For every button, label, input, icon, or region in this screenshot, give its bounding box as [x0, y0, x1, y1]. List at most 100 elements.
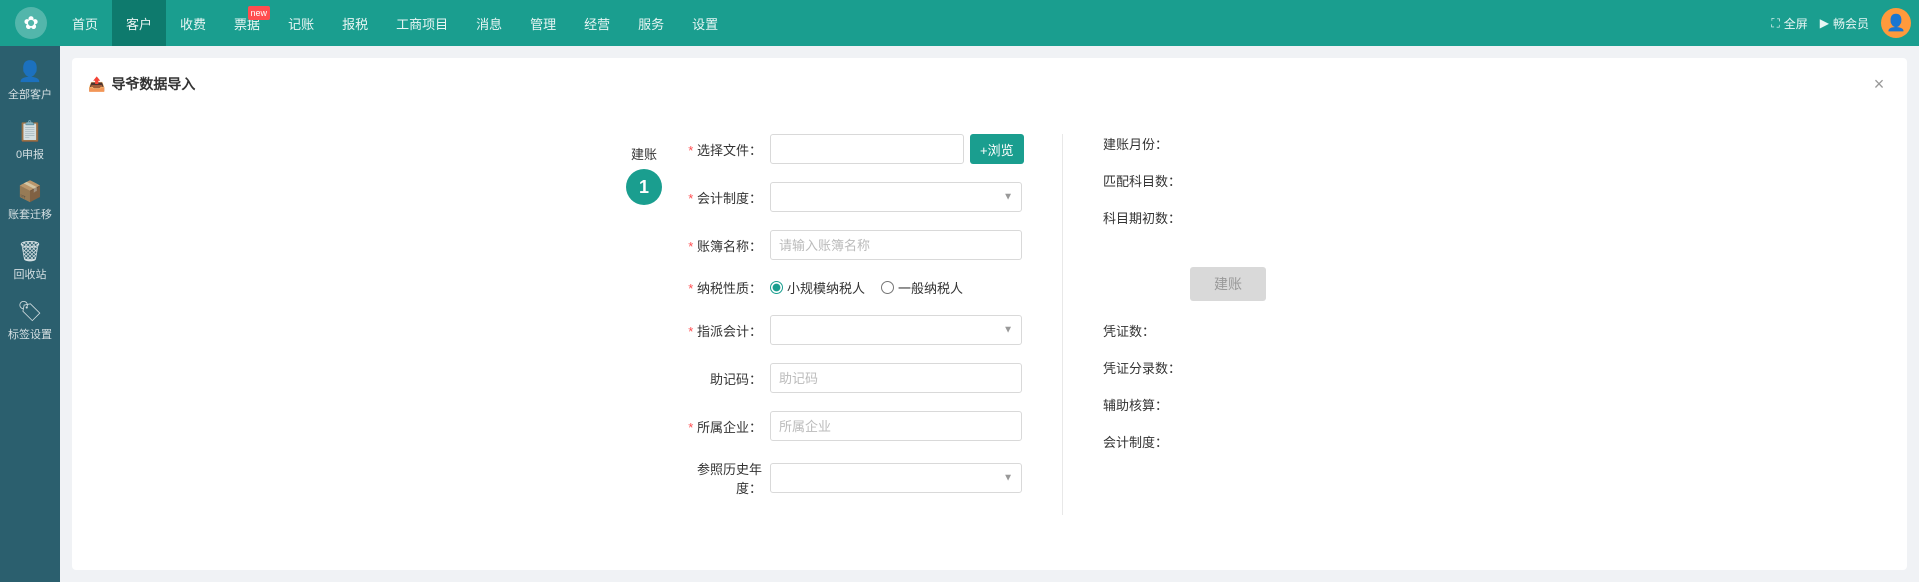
mnemonic-input[interactable] [770, 363, 1022, 393]
main-card: 📤 导爷数据导入 × 建账 1 * 选择文件： [72, 58, 1907, 570]
auxiliary-accounting-label: 辅助核算： [1103, 395, 1193, 414]
member-icon: ▶ [1820, 16, 1829, 30]
select-arrow-icon: ▼ [1003, 192, 1013, 203]
sidebar-item-zero-declaration[interactable]: 📋 0申报 [2, 114, 58, 170]
sidebar-item-account-migration[interactable]: 📦 账套迁移 [2, 174, 58, 230]
step-circle: 1 [626, 169, 662, 205]
logo-icon: ✿ [15, 7, 47, 39]
main-layout: 👤 全部客户 📋 0申报 📦 账套迁移 🗑 回收站 🏷 标签设置 📤 导爷数据导… [0, 46, 1919, 582]
radio-small-input[interactable] [770, 281, 783, 294]
reference-year-row: 参照历史年度： ▼ [682, 459, 1022, 497]
all-clients-icon: 👤 [18, 62, 43, 82]
tax-type-row: * 纳税性质： 小规模纳税人 一般纳税人 [682, 278, 1022, 297]
file-text-input[interactable] [770, 134, 964, 164]
nav-item-home[interactable]: 首页 [58, 0, 112, 46]
ledger-name-input[interactable] [770, 230, 1022, 260]
radio-general-taxpayer[interactable]: 一般纳税人 [881, 278, 963, 297]
reference-year-select[interactable]: ▼ [770, 463, 1022, 493]
nav-item-services[interactable]: 服务 [624, 0, 678, 46]
logo[interactable]: ✿ [8, 0, 54, 46]
build-month-label: 建账月份： [1103, 134, 1193, 153]
member-button[interactable]: ▶ 畅会员 [1820, 15, 1869, 32]
file-input-wrapper: +浏览 [770, 134, 1024, 164]
accounting-system-row: * 会计制度： ▼ [682, 182, 1022, 212]
nav-item-tax[interactable]: 报税 [328, 0, 382, 46]
form-right: 建账月份： 匹配科目数： 科目期初数： 建账 [1103, 134, 1353, 515]
nav-items: 首页 客户 收费 票据 new 记账 报税 工商项目 消息 管理 经营 服务 设… [58, 0, 1771, 46]
recycle-bin-icon: 🗑 [17, 242, 42, 262]
file-select-label: * 选择文件： [682, 140, 762, 159]
required-mark: * [688, 143, 693, 158]
assigned-accountant-row: * 指派会计： ▼ [682, 315, 1022, 345]
right-accounting-system-label: 会计制度： [1103, 432, 1193, 451]
required-mark-6: * [688, 420, 693, 435]
accountant-select-wrapper: ▼ [770, 315, 1022, 345]
step-indicator: 建账 1 [626, 134, 662, 515]
avatar-icon: 👤 [1886, 13, 1906, 33]
file-select-row: * 选择文件： +浏览 [682, 134, 1022, 164]
match-subjects-label: 匹配科目数： [1103, 171, 1193, 190]
mnemonic-row: 助记码： [682, 363, 1022, 393]
mnemonic-label: 助记码： [682, 369, 762, 388]
card-title: 📤 导爷数据导入 [88, 74, 1891, 94]
nav-item-commerce[interactable]: 工商项目 [382, 0, 462, 46]
accountant-select-arrow-icon: ▼ [1003, 325, 1013, 336]
voucher-entries-row: 凭证分录数： [1103, 358, 1353, 377]
sidebar-item-tag-settings[interactable]: 🏷 标签设置 [2, 294, 58, 350]
required-mark-2: * [688, 191, 693, 206]
nav-item-invoice[interactable]: 票据 new [220, 0, 274, 46]
voucher-count-row: 凭证数： [1103, 321, 1353, 340]
accounting-system-label: * 会计制度： [682, 188, 762, 207]
reference-year-arrow-icon: ▼ [1003, 473, 1013, 484]
fullscreen-icon: ⛶ [1771, 16, 1779, 31]
sidebar-item-all-clients[interactable]: 👤 全部客户 [2, 54, 58, 110]
match-subjects-row: 匹配科目数： [1103, 171, 1353, 190]
nav-item-bookkeeping[interactable]: 记账 [274, 0, 328, 46]
reference-year-select-wrapper: ▼ [770, 463, 1022, 493]
build-month-row: 建账月份： [1103, 134, 1353, 153]
affiliated-company-label: * 所属企业： [682, 417, 762, 436]
initial-balance-label: 科目期初数： [1103, 208, 1193, 227]
browse-button[interactable]: +浏览 [970, 134, 1024, 164]
nav-item-billing[interactable]: 收费 [166, 0, 220, 46]
accounting-system-select-wrapper: ▼ [770, 182, 1022, 212]
nav-right: ⛶ 全屏 ▶ 畅会员 👤 [1771, 8, 1911, 38]
voucher-count-label: 凭证数： [1103, 321, 1193, 340]
build-account-button[interactable]: 建账 [1190, 267, 1266, 301]
nav-item-settings[interactable]: 设置 [678, 0, 732, 46]
reference-year-label: 参照历史年度： [682, 459, 762, 497]
required-mark-3: * [688, 239, 693, 254]
accounting-system-select[interactable]: ▼ [770, 182, 1022, 212]
fullscreen-button[interactable]: ⛶ 全屏 [1771, 15, 1807, 32]
sidebar: 👤 全部客户 📋 0申报 📦 账套迁移 🗑 回收站 🏷 标签设置 [0, 46, 60, 582]
auxiliary-accounting-row: 辅助核算： [1103, 395, 1353, 414]
nav-item-clients[interactable]: 客户 [112, 0, 166, 46]
affiliated-company-row: * 所属企业： [682, 411, 1022, 441]
radio-small-taxpayer[interactable]: 小规模纳税人 [770, 278, 865, 297]
close-button[interactable]: × [1867, 72, 1891, 96]
sidebar-item-recycle-bin[interactable]: 🗑 回收站 [2, 234, 58, 290]
right-accounting-system-row: 会计制度： [1103, 432, 1353, 451]
nav-item-management[interactable]: 管理 [516, 0, 570, 46]
account-migration-icon: 📦 [18, 182, 43, 202]
accountant-select[interactable]: ▼ [770, 315, 1022, 345]
radio-general-input[interactable] [881, 281, 894, 294]
new-badge: new [248, 6, 271, 20]
tax-type-radio-group: 小规模纳税人 一般纳税人 [770, 278, 1022, 297]
upload-icon: 📤 [88, 76, 105, 93]
tag-settings-icon: 🏷 [17, 302, 42, 322]
user-avatar[interactable]: 👤 [1881, 8, 1911, 38]
zero-declaration-icon: 📋 [18, 122, 43, 142]
top-navigation: ✿ 首页 客户 收费 票据 new 记账 报税 工商项目 消息 管理 经营 服务… [0, 0, 1919, 46]
ledger-name-label: * 账簿名称： [682, 236, 762, 255]
form-divider [1062, 134, 1063, 515]
affiliated-company-input[interactable] [770, 411, 1022, 441]
required-mark-4: * [688, 281, 693, 296]
step-label: 建账 [631, 144, 657, 163]
content-area: 📤 导爷数据导入 × 建账 1 * 选择文件： [60, 46, 1919, 582]
tax-type-label: * 纳税性质： [682, 278, 762, 297]
initial-balance-row: 科目期初数： [1103, 208, 1353, 227]
nav-item-messages[interactable]: 消息 [462, 0, 516, 46]
voucher-entries-label: 凭证分录数： [1103, 358, 1193, 377]
nav-item-operations[interactable]: 经营 [570, 0, 624, 46]
